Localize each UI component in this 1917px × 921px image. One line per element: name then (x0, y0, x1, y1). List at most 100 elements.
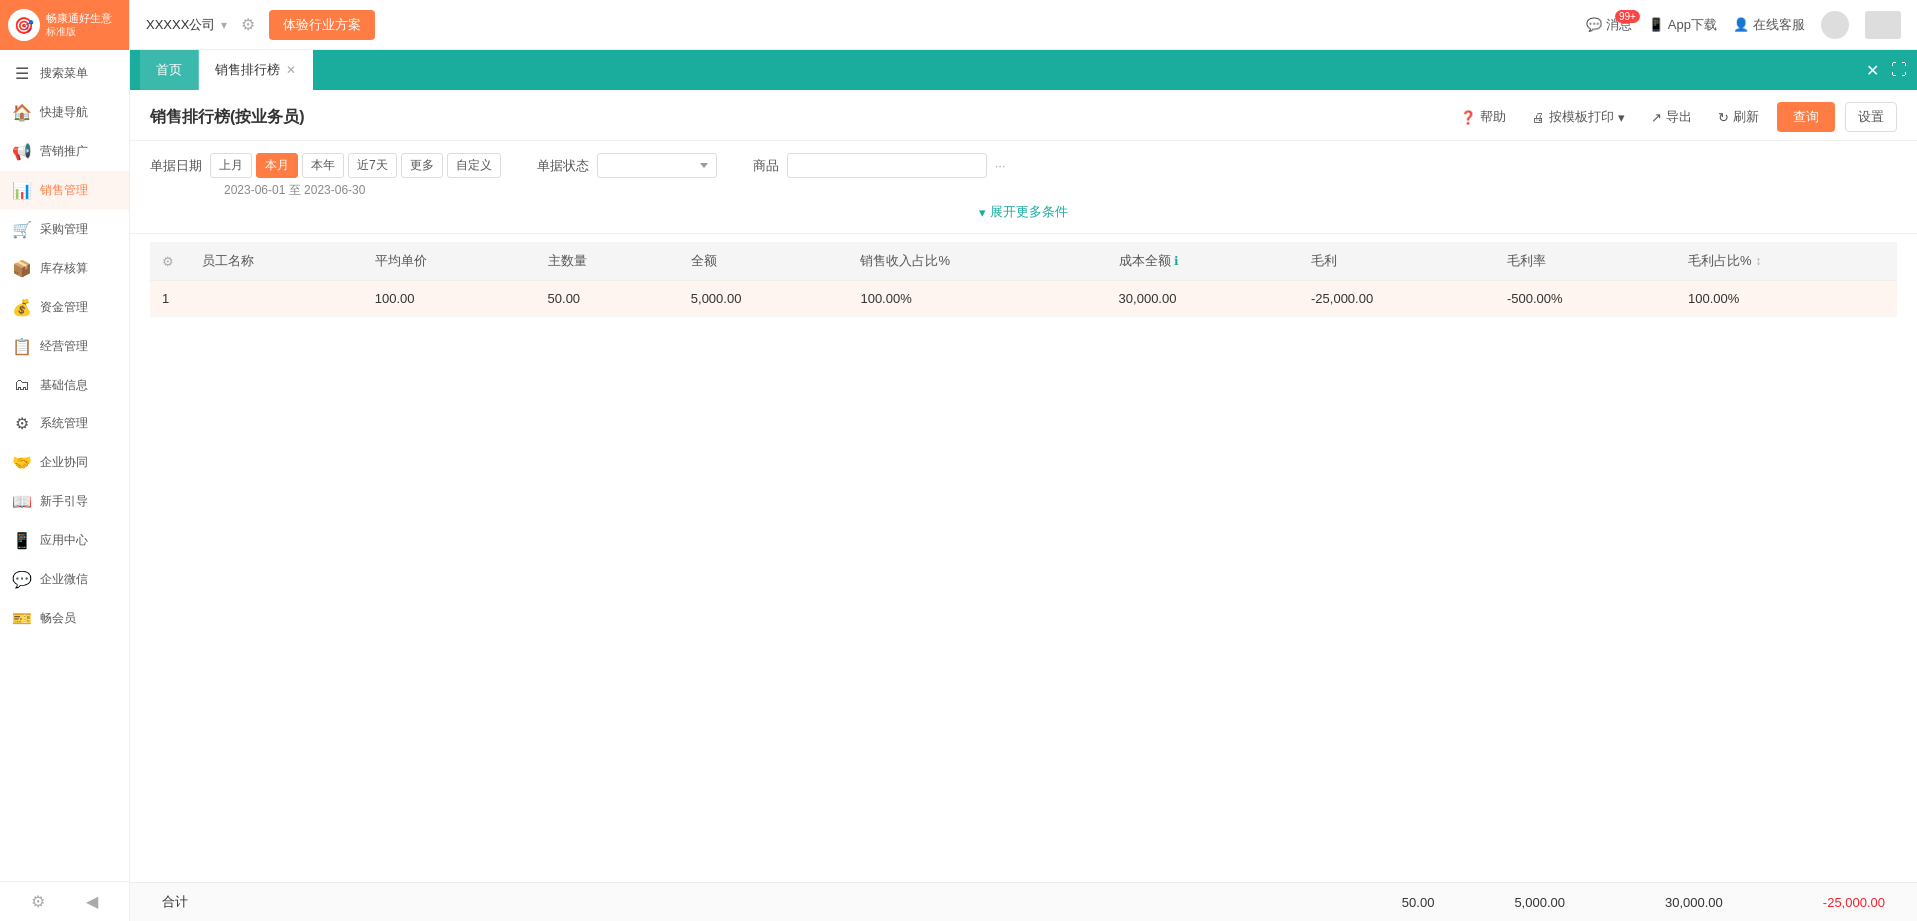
table-row: 1 100.00 50.00 5,000.00 100.00% 30,000.0… (150, 281, 1897, 317)
sidebar-icon: 🎫 (12, 609, 32, 628)
date-btn-more[interactable]: 更多 (401, 153, 443, 178)
company-arrow-icon: ▾ (221, 18, 227, 32)
tab-home-label: 首页 (156, 61, 182, 79)
sidebar-item-企业微信[interactable]: 💬企业微信 (0, 560, 129, 599)
sidebar-label: 应用中心 (40, 532, 88, 549)
settings-button[interactable]: 设置 (1845, 102, 1897, 132)
sidebar-item-资金管理[interactable]: 💰 资金管理 (0, 288, 129, 327)
sidebar-nav: ☰搜索菜单 🏠 快捷导航 📢营销推广📊销售管理🛒采购管理📦库存核算 💰 资金管理 📋经营管理… (0, 50, 129, 881)
sidebar-icon: 🏠 (12, 103, 32, 122)
sidebar-item-快捷导航[interactable]: 🏠 快捷导航 (0, 93, 129, 132)
date-btn-custom[interactable]: 自定义 (447, 153, 501, 178)
sidebar-icon: 🤝 (12, 453, 32, 472)
sidebar-item-新手引导[interactable]: 📖 新手引导 (0, 482, 129, 521)
sidebar-bottom: ⚙ ◀ (0, 881, 129, 921)
sidebar-collapse-icon[interactable]: ◀ (86, 892, 98, 911)
help-button[interactable]: ❓ 帮助 (1452, 104, 1514, 130)
sidebar-item-应用中心[interactable]: 📱 应用中心 (0, 521, 129, 560)
tabbar-close-icon[interactable]: ✕ (1866, 61, 1879, 80)
topbar-right: 💬 消息 99+ 📱 App下载 👤 在线客服 (1586, 11, 1901, 39)
table-footer: 合计 50.00 5,000.00 30,000.00 -25,000.00 (130, 882, 1917, 921)
date-label: 单据日期 (150, 157, 202, 175)
sidebar-icon: ⚙ (12, 414, 32, 433)
message-badge: 99+ (1615, 10, 1640, 23)
help-icon: ❓ (1460, 110, 1476, 125)
sidebar-label: 资金管理 (40, 299, 88, 316)
th-gross: 毛利 (1299, 242, 1495, 281)
sidebar-item-搜索菜单[interactable]: ☰搜索菜单 (0, 54, 129, 93)
page-title: 销售排行榜(按业务员) (150, 107, 305, 128)
cell-rank: 1 (150, 281, 190, 317)
sidebar-label: 搜索菜单 (40, 65, 88, 82)
date-range-text: 2023-06-01 至 2023-06-30 (224, 183, 365, 197)
table-area: ⚙ 员工名称 平均单价 主数量 全额 销售收入占比% 成本全额 ℹ 毛利 毛利率… (130, 234, 1917, 842)
goods-input[interactable] (787, 153, 987, 178)
footer-gross: -25,000.00 (1823, 895, 1885, 910)
status-select[interactable] (597, 153, 717, 178)
app-download-group[interactable]: 📱 App下载 (1648, 16, 1717, 34)
tab-home[interactable]: 首页 (140, 50, 199, 90)
user-name-area[interactable] (1865, 11, 1901, 39)
th-total: 全额 (679, 242, 849, 281)
goods-filter: 商品 ··· (753, 153, 1006, 178)
content-inner: 销售排行榜(按业务员) ❓ 帮助 🖨 按模板打印 ▾ ↗ 导出 (130, 90, 1917, 882)
company-selector[interactable]: XXXXX公司 ▾ (146, 16, 227, 34)
footer-main-qty: 50.00 (1402, 895, 1435, 910)
data-table: ⚙ 员工名称 平均单价 主数量 全额 销售收入占比% 成本全额 ℹ 毛利 毛利率… (150, 242, 1897, 317)
sidebar-icon: 📖 (12, 492, 32, 511)
sidebar-item-系统管理[interactable]: ⚙系统管理 (0, 404, 129, 443)
date-range-display: 2023-06-01 至 2023-06-30 (220, 182, 1897, 199)
tab-close-icon[interactable]: ✕ (286, 63, 296, 77)
date-btn-7days[interactable]: 近7天 (348, 153, 397, 178)
sidebar-icon: 📱 (12, 531, 32, 550)
status-label: 单据状态 (537, 157, 589, 175)
refresh-button[interactable]: ↻ 刷新 (1710, 104, 1767, 130)
sidebar-item-库存核算[interactable]: 📦库存核算 (0, 249, 129, 288)
gross-pct-sort-icon[interactable]: ↕ (1755, 254, 1761, 268)
tab-sales-label: 销售排行榜 (215, 61, 280, 79)
goods-more-icon[interactable]: ··· (995, 158, 1006, 173)
online-service-group[interactable]: 👤 在线客服 (1733, 16, 1805, 34)
cell-cost: 30,000.00 (1107, 281, 1299, 317)
query-button[interactable]: 查询 (1777, 102, 1835, 132)
date-filter: 单据日期 上月 本月 本年 近7天 更多 自定义 (150, 153, 501, 178)
date-btn-this-month[interactable]: 本月 (256, 153, 298, 178)
tab-sales-ranking[interactable]: 销售排行榜 ✕ (199, 50, 313, 90)
topbar: XXXXX公司 ▾ ⚙ 体验行业方案 💬 消息 99+ 📱 App下载 👤 在线… (130, 0, 1917, 50)
sidebar-item-销售管理[interactable]: 📊销售管理 (0, 171, 129, 210)
sidebar-label: 快捷导航 (40, 104, 88, 121)
app-download-label: App下载 (1668, 16, 1717, 34)
th-avg-price: 平均单价 (363, 242, 536, 281)
table-body: 1 100.00 50.00 5,000.00 100.00% 30,000.0… (150, 281, 1897, 317)
sidebar-icon: 📋 (12, 337, 32, 356)
sidebar-item-采购管理[interactable]: 🛒采购管理 (0, 210, 129, 249)
message-icon: 💬 (1586, 17, 1602, 32)
sidebar-icon: 🛒 (12, 220, 32, 239)
sidebar-icon: 💰 (12, 298, 32, 317)
date-btn-last-month[interactable]: 上月 (210, 153, 252, 178)
date-btn-this-year[interactable]: 本年 (302, 153, 344, 178)
user-avatar[interactable] (1821, 11, 1849, 39)
sidebar-item-企业协同[interactable]: 🤝企业协同 (0, 443, 129, 482)
sidebar-label: 新手引导 (40, 493, 88, 510)
sidebar-item-经营管理[interactable]: 📋经营管理 (0, 327, 129, 366)
sidebar-settings-icon[interactable]: ⚙ (31, 892, 45, 911)
filter-area: 单据日期 上月 本月 本年 近7天 更多 自定义 单据状态 (130, 141, 1917, 234)
sidebar-item-畅会员[interactable]: 🎫畅会员 (0, 599, 129, 638)
filter-row-1: 单据日期 上月 本月 本年 近7天 更多 自定义 单据状态 (150, 153, 1897, 178)
trial-button[interactable]: 体验行业方案 (269, 10, 375, 40)
message-group[interactable]: 💬 消息 99+ (1586, 16, 1632, 34)
sidebar-label: 基础信息 (40, 377, 88, 394)
expand-button[interactable]: ▾ 展开更多条件 (979, 203, 1068, 221)
print-button[interactable]: 🖨 按模板打印 ▾ (1524, 104, 1633, 130)
export-button[interactable]: ↗ 导出 (1643, 104, 1700, 130)
topbar-settings-icon[interactable]: ⚙ (241, 15, 255, 34)
online-service-icon: 👤 (1733, 17, 1749, 32)
sidebar-logo: 🎯 畅康通好生意 标准版 (0, 0, 129, 50)
tabbar-maximize-icon[interactable]: ⛶ (1891, 61, 1907, 80)
sidebar-icon: 📊 (12, 181, 32, 200)
cost-info-icon[interactable]: ℹ (1174, 254, 1179, 268)
sidebar-item-基础信息[interactable]: 🗂基础信息 (0, 366, 129, 404)
sidebar-item-营销推广[interactable]: 📢营销推广 (0, 132, 129, 171)
column-settings-icon[interactable]: ⚙ (162, 254, 174, 269)
